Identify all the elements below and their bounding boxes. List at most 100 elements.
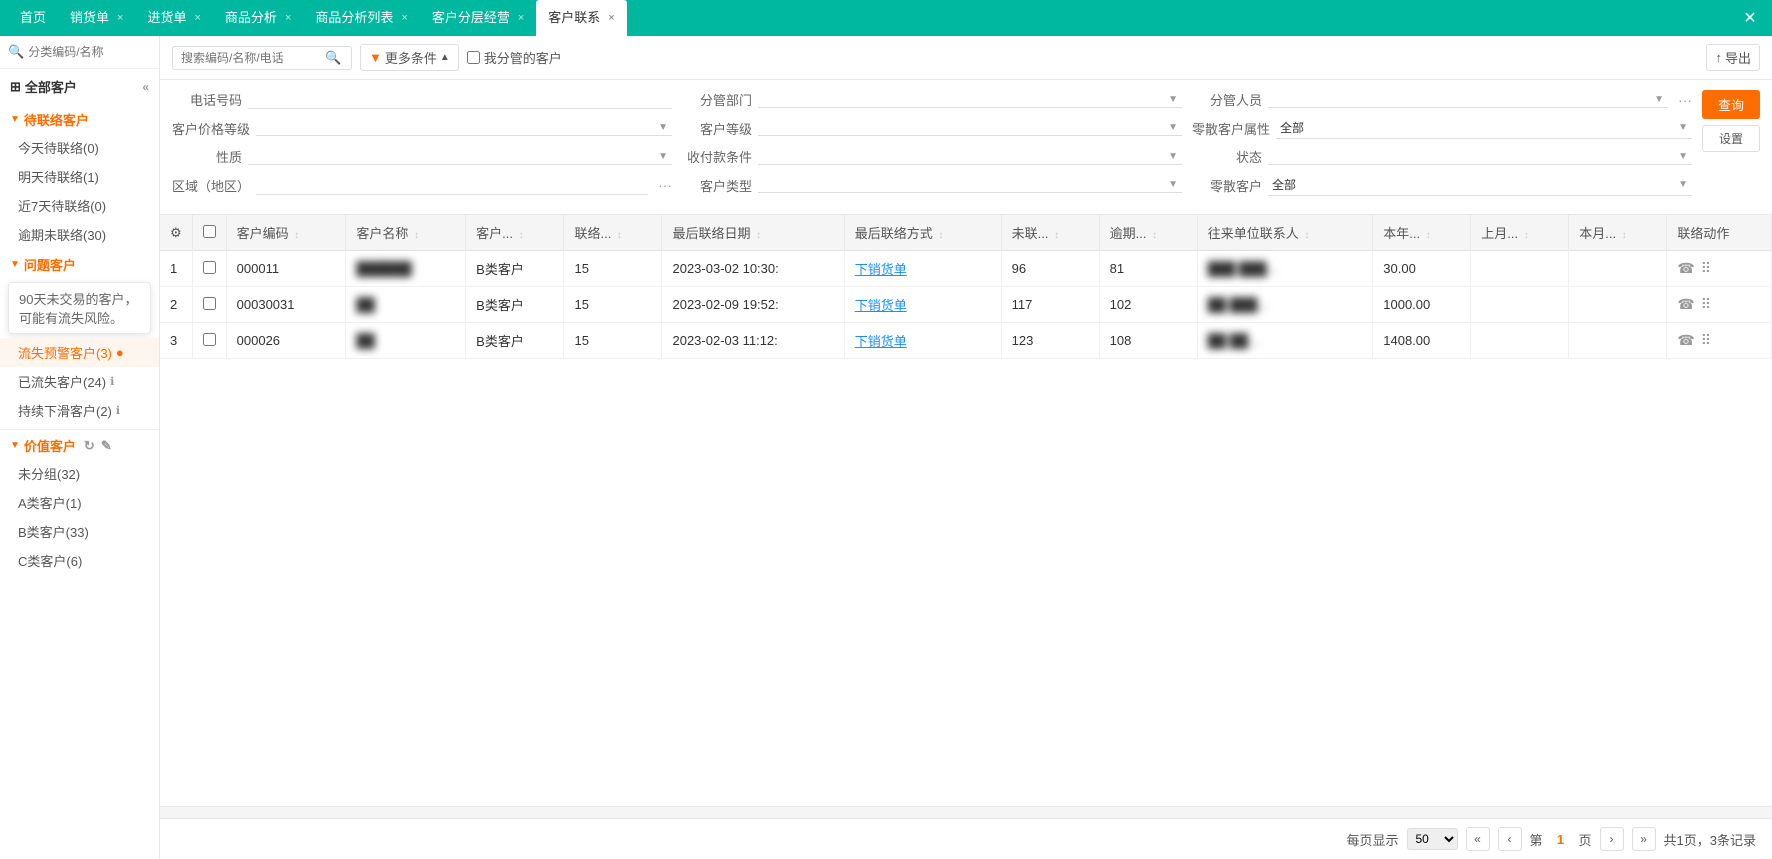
status-select[interactable]: ▼ bbox=[1268, 149, 1692, 165]
more-conditions-button[interactable]: ▼ 更多条件 ▲ bbox=[360, 44, 459, 71]
col-code[interactable]: 客户编码 ↕ bbox=[226, 215, 346, 251]
cell-type: B类客户 bbox=[466, 287, 564, 323]
sidebar-item-declining[interactable]: 持续下滑客户(2) ℹ bbox=[0, 396, 159, 425]
export-button[interactable]: ↑ 导出 bbox=[1706, 44, 1760, 71]
sidebar-item-overdue-contact[interactable]: 逾期未联络(30) bbox=[0, 220, 159, 249]
action-contact-icon[interactable]: ☎ bbox=[1677, 296, 1694, 313]
sidebar-item-tomorrow-contact[interactable]: 明天待联络(1) bbox=[0, 162, 159, 191]
sidebar-item-c-class[interactable]: C类客户(6) bbox=[0, 546, 159, 575]
section-pending-contact[interactable]: ▼ 待联络客户 bbox=[0, 104, 159, 133]
my-customers-checkbox[interactable] bbox=[467, 51, 480, 64]
bottom-scrollbar[interactable] bbox=[160, 806, 1772, 818]
nav-customer-contact[interactable]: 客户联系 × bbox=[536, 0, 626, 36]
next-page-button[interactable]: › bbox=[1600, 827, 1624, 851]
nature-select[interactable]: ▼ bbox=[248, 149, 672, 165]
nav-purchase-order[interactable]: 进货单 × bbox=[135, 0, 212, 36]
action-contact-icon[interactable]: ☎ bbox=[1677, 260, 1694, 277]
action-contact-icon[interactable]: ☎ bbox=[1677, 332, 1694, 349]
table-settings-icon[interactable]: ⚙ bbox=[170, 225, 182, 240]
edit-icon[interactable]: ✎ bbox=[101, 438, 112, 454]
nav-product-analysis-close[interactable]: × bbox=[285, 0, 291, 36]
action-more-icon[interactable]: ⠿ bbox=[1701, 296, 1711, 313]
last-method-link[interactable]: 下销货单 bbox=[855, 334, 907, 349]
declining-info-icon: ℹ bbox=[116, 404, 120, 417]
sidebar-item-churned[interactable]: 已流失客户(24) ℹ bbox=[0, 367, 159, 396]
prev-page-button[interactable]: ‹ bbox=[1498, 827, 1522, 851]
last-method-link[interactable]: 下销货单 bbox=[855, 298, 907, 313]
nav-product-analysis[interactable]: 商品分析 × bbox=[213, 0, 303, 36]
first-page-button[interactable]: « bbox=[1466, 827, 1490, 851]
search-input[interactable] bbox=[181, 51, 321, 65]
grid-icon: ⊞ bbox=[10, 79, 21, 95]
nav-customer-contact-close[interactable]: × bbox=[608, 0, 614, 36]
cell-name: ██████ bbox=[346, 251, 466, 287]
manager-dots-button[interactable]: ··· bbox=[1678, 92, 1692, 108]
cell-last-method: 下销货单 bbox=[844, 323, 1001, 359]
sidebar-item-today-contact[interactable]: 今天待联络(0) bbox=[0, 133, 159, 162]
action-more-icon[interactable]: ⠿ bbox=[1701, 260, 1711, 277]
settings-button[interactable]: 设置 bbox=[1702, 125, 1760, 152]
retail-customer-arrow: ▼ bbox=[1678, 179, 1688, 190]
col-type[interactable]: 客户... ↕ bbox=[466, 215, 564, 251]
sidebar-item-7days-contact[interactable]: 近7天待联络(0) bbox=[0, 191, 159, 220]
nav-customer-layered[interactable]: 客户分层经营 × bbox=[420, 0, 536, 36]
col-this-year[interactable]: 本年... ↕ bbox=[1373, 215, 1471, 251]
col-name[interactable]: 客户名称 ↕ bbox=[346, 215, 466, 251]
sidebar-search-input[interactable] bbox=[28, 45, 160, 59]
col-last-month[interactable]: 上月... ↕ bbox=[1471, 215, 1569, 251]
col-last-date[interactable]: 最后联络日期 ↕ bbox=[662, 215, 844, 251]
query-button[interactable]: 查询 bbox=[1702, 90, 1760, 119]
last-method-link[interactable]: 下销货单 bbox=[855, 262, 907, 277]
select-all-checkbox[interactable] bbox=[203, 225, 216, 238]
nav-product-analysis-list-close[interactable]: × bbox=[401, 0, 407, 36]
nav-product-analysis-list[interactable]: 商品分析列表 × bbox=[303, 0, 419, 36]
payment-select[interactable]: ▼ bbox=[758, 149, 1182, 165]
cell-uncontacted: 117 bbox=[1001, 287, 1099, 323]
col-this-month[interactable]: 本月... ↕ bbox=[1569, 215, 1667, 251]
sort-code-icon: ↕ bbox=[294, 230, 299, 241]
col-action: 联络动作 bbox=[1667, 215, 1772, 251]
col-overdue[interactable]: 逾期... ↕ bbox=[1099, 215, 1197, 251]
sidebar-item-b-class[interactable]: B类客户(33) bbox=[0, 517, 159, 546]
col-settings[interactable]: ⚙ bbox=[160, 215, 192, 251]
section-problem-customers[interactable]: ▼ 问题客户 bbox=[0, 249, 159, 278]
row-checkbox[interactable] bbox=[203, 333, 216, 346]
sidebar-all-customers[interactable]: ⊞ 全部客户 « bbox=[0, 69, 159, 104]
nav-purchase-order-close[interactable]: × bbox=[194, 0, 200, 36]
action-more-icon[interactable]: ⠿ bbox=[1701, 332, 1711, 349]
nav-home[interactable]: 首页 bbox=[8, 0, 58, 36]
dept-select[interactable]: ▼ bbox=[758, 92, 1182, 108]
row-checkbox[interactable] bbox=[203, 297, 216, 310]
region-input[interactable] bbox=[260, 178, 644, 192]
sidebar-item-churn-warning[interactable]: 流失预警客户(3) ● bbox=[0, 338, 159, 367]
region-dots-button[interactable]: ··· bbox=[658, 177, 672, 193]
row-checkbox[interactable] bbox=[203, 261, 216, 274]
close-all-button[interactable]: ✕ bbox=[1736, 4, 1764, 32]
section-value-customers[interactable]: ▼ 价值客户 ↻ ✎ bbox=[0, 429, 159, 459]
nav-sales-order[interactable]: 销货单 × bbox=[58, 0, 135, 36]
col-contact-count[interactable]: 联络... ↕ bbox=[564, 215, 662, 251]
cell-this-month bbox=[1569, 287, 1667, 323]
cell-action: ☎ ⠿ bbox=[1667, 323, 1772, 359]
retail-attr-select[interactable]: 全部 ▼ bbox=[1276, 117, 1692, 139]
customer-type-select[interactable]: ▼ bbox=[758, 177, 1182, 193]
pagination: 每页显示 50 100 200 « ‹ 第 1 页 › » 共1页，3条记录 bbox=[160, 818, 1772, 859]
customer-level-select[interactable]: ▼ bbox=[758, 120, 1182, 136]
price-level-select[interactable]: ▼ bbox=[256, 120, 672, 136]
last-page-button[interactable]: » bbox=[1632, 827, 1656, 851]
col-contact2[interactable]: 往来单位联系人 ↕ bbox=[1197, 215, 1373, 251]
manager-select[interactable]: ▼ bbox=[1268, 92, 1668, 108]
phone-input[interactable] bbox=[252, 92, 668, 106]
nav-sales-order-close[interactable]: × bbox=[117, 0, 123, 36]
retail-customer-select[interactable]: 全部 ▼ bbox=[1268, 174, 1692, 196]
filter-customer-type: 客户类型 ▼ bbox=[682, 174, 1182, 196]
col-last-method[interactable]: 最后联络方式 ↕ bbox=[844, 215, 1001, 251]
cell-code: 000011 bbox=[226, 251, 346, 287]
col-uncontacted[interactable]: 未联... ↕ bbox=[1001, 215, 1099, 251]
nav-customer-layered-close[interactable]: × bbox=[518, 0, 524, 36]
sidebar-item-a-class[interactable]: A类客户(1) bbox=[0, 488, 159, 517]
sidebar-item-ungrouped[interactable]: 未分组(32) bbox=[0, 459, 159, 488]
search-button-icon[interactable]: 🔍 bbox=[325, 50, 341, 66]
per-page-select[interactable]: 50 100 200 bbox=[1407, 828, 1458, 850]
refresh-icon[interactable]: ↻ bbox=[84, 438, 95, 454]
